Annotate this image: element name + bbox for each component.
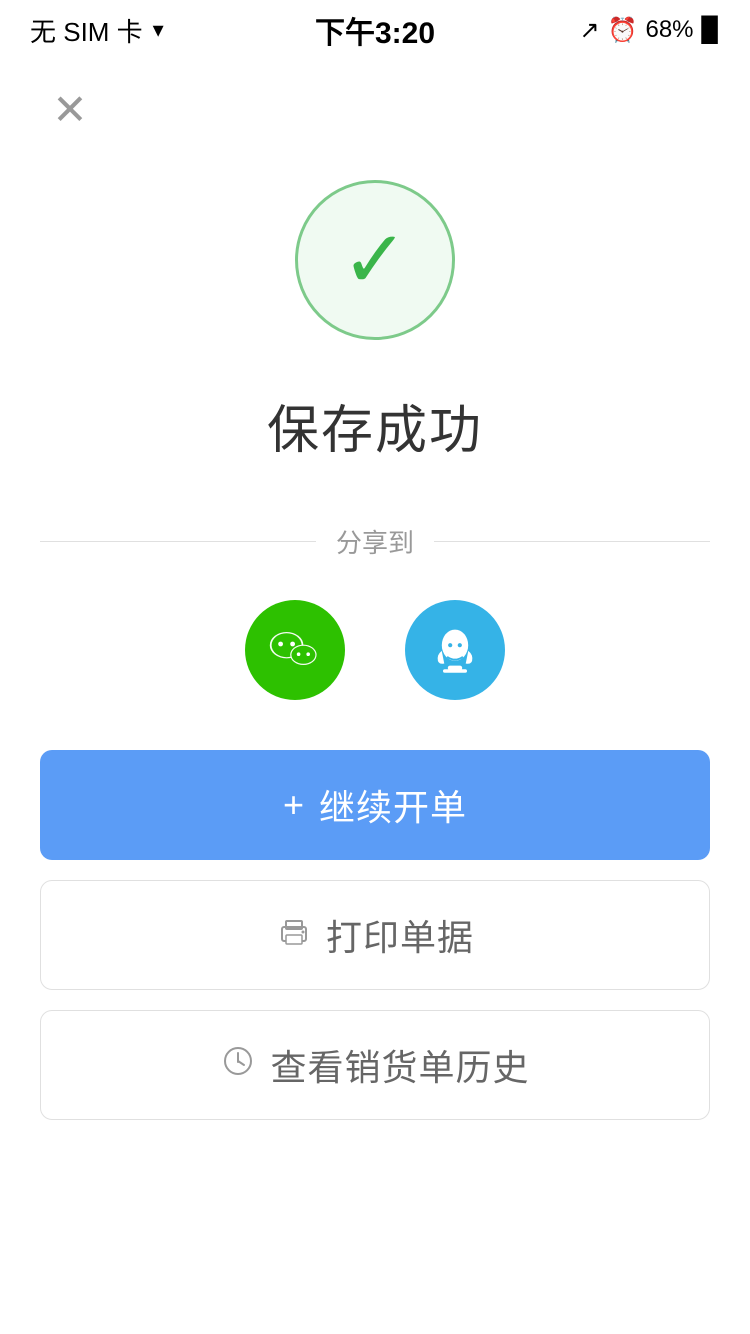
- status-right: ↗ ⏰ 68% ▉: [579, 16, 720, 45]
- continue-order-button[interactable]: + 继续开单: [40, 750, 710, 860]
- success-circle: ✓: [295, 180, 455, 340]
- view-history-label: 查看销货单历史: [270, 1039, 529, 1091]
- wechat-share-button[interactable]: [245, 600, 345, 700]
- main-content: ✕ ✓ 保存成功 分享到: [0, 60, 750, 1120]
- action-buttons: + 继续开单 打印单据 查看销货单历史: [40, 750, 710, 1120]
- status-left: 无 SIM 卡 ▾: [30, 12, 164, 49]
- share-icons-row: [40, 600, 710, 700]
- share-label: 分享到: [336, 523, 414, 560]
- divider-line-right: [434, 541, 710, 542]
- alarm-icon: ⏰: [608, 16, 638, 45]
- battery-text: 68%: [645, 16, 693, 44]
- qq-share-button[interactable]: [405, 600, 505, 700]
- close-button[interactable]: ✕: [40, 80, 100, 140]
- close-icon: ✕: [52, 89, 87, 131]
- status-bar: 无 SIM 卡 ▾ 下午3:20 ↗ ⏰ 68% ▉: [0, 0, 750, 60]
- no-sim-text: 无 SIM 卡: [30, 12, 143, 49]
- close-button-container: ✕: [40, 80, 710, 140]
- battery-icon: ▉: [702, 16, 720, 45]
- status-time: 下午3:20: [315, 8, 435, 52]
- success-title: 保存成功: [267, 388, 483, 463]
- share-section: 分享到: [40, 523, 710, 700]
- plus-icon: +: [283, 784, 305, 826]
- wifi-icon: ▾: [153, 17, 164, 43]
- wechat-icon: [265, 620, 325, 680]
- history-icon: [220, 1043, 256, 1088]
- printer-icon: [276, 913, 312, 958]
- share-divider: 分享到: [40, 523, 710, 560]
- divider-line-left: [40, 541, 316, 542]
- continue-order-label: 继续开单: [319, 779, 467, 831]
- location-icon: ↗: [579, 16, 599, 45]
- print-order-label: 打印单据: [326, 909, 474, 961]
- print-order-button[interactable]: 打印单据: [40, 880, 710, 990]
- checkmark-icon: ✓: [341, 220, 408, 300]
- view-history-button[interactable]: 查看销货单历史: [40, 1010, 710, 1120]
- qq-icon: [425, 620, 485, 680]
